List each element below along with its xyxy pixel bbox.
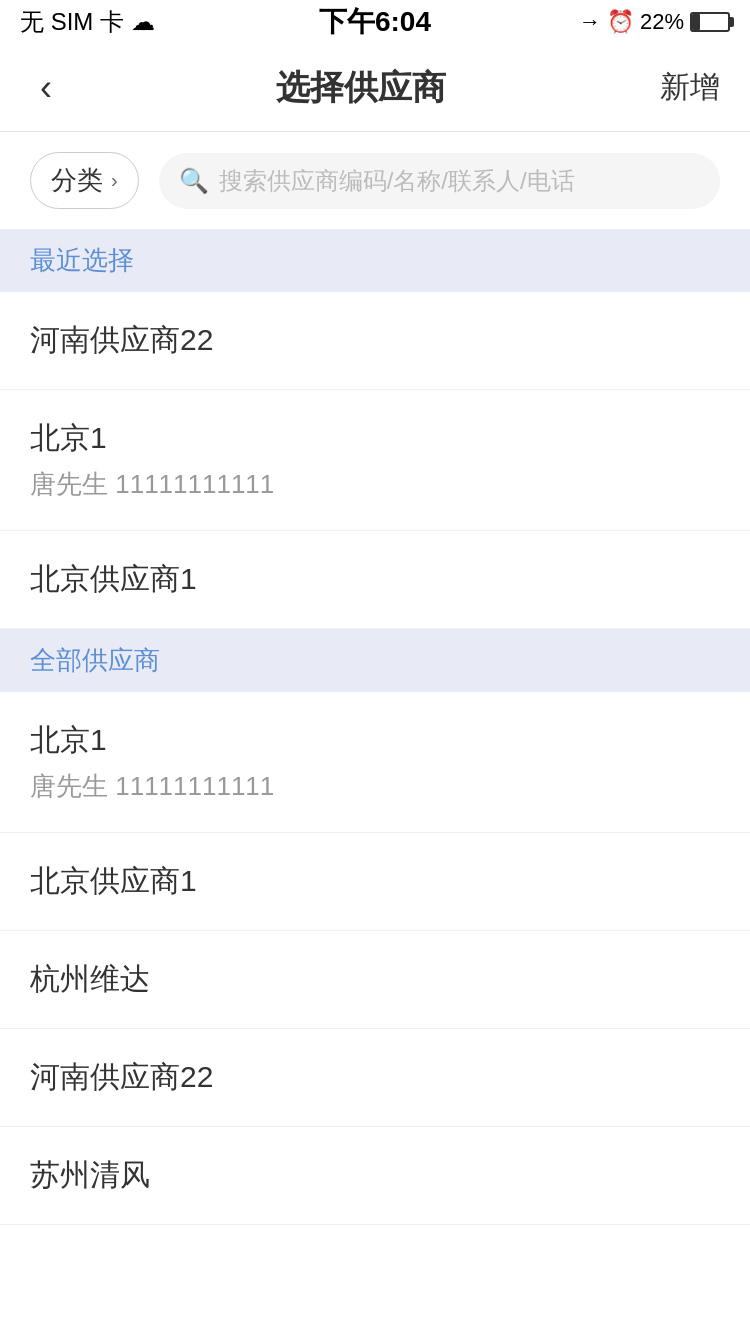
supplier-name: 河南供应商22 (30, 1057, 720, 1098)
recent-item-0[interactable]: 河南供应商22 (0, 292, 750, 390)
nav-bar: ‹ 选择供应商 新增 (0, 44, 750, 132)
recent-section-header: 最近选择 (0, 229, 750, 292)
search-placeholder: 搜索供应商编码/名称/联系人/电话 (219, 165, 575, 197)
all-item-3[interactable]: 河南供应商22 (0, 1029, 750, 1127)
all-item-2[interactable]: 杭州维达 (0, 931, 750, 1029)
status-bar: 无 SIM 卡 ☁ 下午6:04 → ⏰ 22% (0, 0, 750, 44)
status-left: 无 SIM 卡 ☁ (20, 6, 155, 38)
page-title: 选择供应商 (276, 65, 446, 111)
all-items-list: 北京1 唐先生 11111111111 北京供应商1 杭州维达 河南供应商22 … (0, 692, 750, 1225)
category-label: 分类 (51, 163, 103, 198)
no-sim-label: 无 SIM 卡 ☁ (20, 6, 155, 38)
category-filter[interactable]: 分类 › (30, 152, 139, 209)
alarm-icon: ⏰ (607, 9, 634, 35)
supplier-name: 北京供应商1 (30, 861, 720, 902)
supplier-name: 河南供应商22 (30, 320, 720, 361)
recent-item-1[interactable]: 北京1 唐先生 11111111111 (0, 390, 750, 531)
recent-item-2[interactable]: 北京供应商1 (0, 531, 750, 629)
supplier-name: 北京供应商1 (30, 559, 720, 600)
add-button[interactable]: 新增 (660, 67, 720, 108)
all-section-label: 全部供应商 (30, 645, 160, 675)
search-icon: 🔍 (179, 167, 209, 195)
status-time: 下午6:04 (319, 3, 431, 41)
status-right: → ⏰ 22% (579, 9, 730, 35)
supplier-name: 北京1 (30, 418, 720, 459)
supplier-name: 杭州维达 (30, 959, 720, 1000)
back-button[interactable]: ‹ (30, 57, 62, 119)
recent-items-list: 河南供应商22 北京1 唐先生 11111111111 北京供应商1 (0, 292, 750, 629)
search-box[interactable]: 🔍 搜索供应商编码/名称/联系人/电话 (159, 153, 720, 209)
all-item-0[interactable]: 北京1 唐先生 11111111111 (0, 692, 750, 833)
supplier-name: 北京1 (30, 720, 720, 761)
supplier-contact: 唐先生 11111111111 (30, 467, 720, 502)
battery-percent: 22% (640, 9, 684, 35)
all-item-1[interactable]: 北京供应商1 (0, 833, 750, 931)
all-item-4[interactable]: 苏州清风 (0, 1127, 750, 1225)
location-icon: → (579, 9, 601, 35)
all-section-header: 全部供应商 (0, 629, 750, 692)
battery-icon (690, 12, 730, 32)
supplier-contact: 唐先生 11111111111 (30, 769, 720, 804)
filter-bar: 分类 › 🔍 搜索供应商编码/名称/联系人/电话 (0, 132, 750, 229)
supplier-name: 苏州清风 (30, 1155, 720, 1196)
chevron-right-icon: › (111, 169, 118, 192)
recent-section-label: 最近选择 (30, 245, 134, 275)
